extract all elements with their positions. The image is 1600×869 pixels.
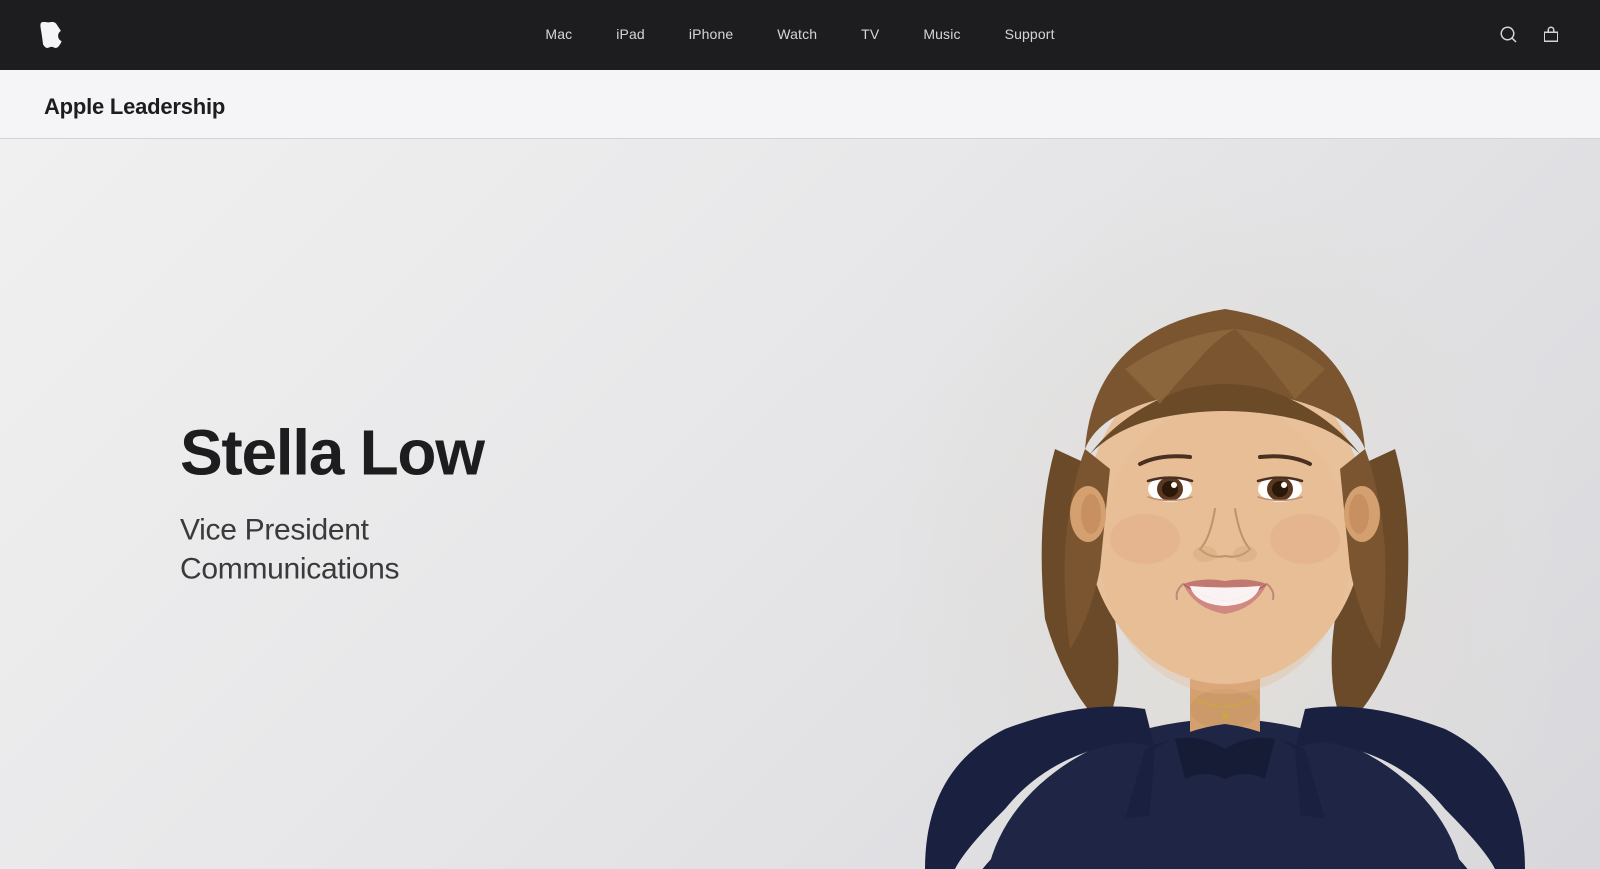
search-icon[interactable] (1500, 26, 1518, 44)
person-title-line1: Vice President (180, 514, 369, 547)
main-navigation: Mac iPad iPhone Watch TV Music Support (0, 0, 1600, 70)
hero-section: Stella Low Vice President Communications (0, 139, 1600, 869)
hero-text-content: Stella Low Vice President Communications (180, 419, 484, 588)
nav-item-ipad[interactable]: iPad (594, 26, 667, 44)
portrait-container (900, 169, 1550, 869)
nav-item-mac[interactable]: Mac (523, 26, 594, 44)
nav-icons-group (1500, 26, 1560, 44)
bag-icon[interactable] (1542, 26, 1560, 44)
hero-image-area (850, 139, 1600, 869)
person-title: Vice President Communications (180, 511, 484, 589)
person-title-line2: Communications (180, 553, 399, 586)
person-name: Stella Low (180, 419, 484, 486)
nav-item-music[interactable]: Music (901, 26, 982, 44)
nav-menu: Mac iPad iPhone Watch TV Music Support (523, 26, 1076, 44)
nav-item-tv[interactable]: TV (839, 26, 901, 44)
page-title: Apple Leadership (44, 94, 1556, 120)
portrait-image (900, 169, 1550, 869)
nav-item-support[interactable]: Support (983, 26, 1077, 44)
nav-item-iphone[interactable]: iPhone (667, 26, 755, 44)
nav-item-watch[interactable]: Watch (755, 26, 839, 44)
apple-logo[interactable] (40, 22, 62, 48)
page-header: Apple Leadership (0, 70, 1600, 139)
